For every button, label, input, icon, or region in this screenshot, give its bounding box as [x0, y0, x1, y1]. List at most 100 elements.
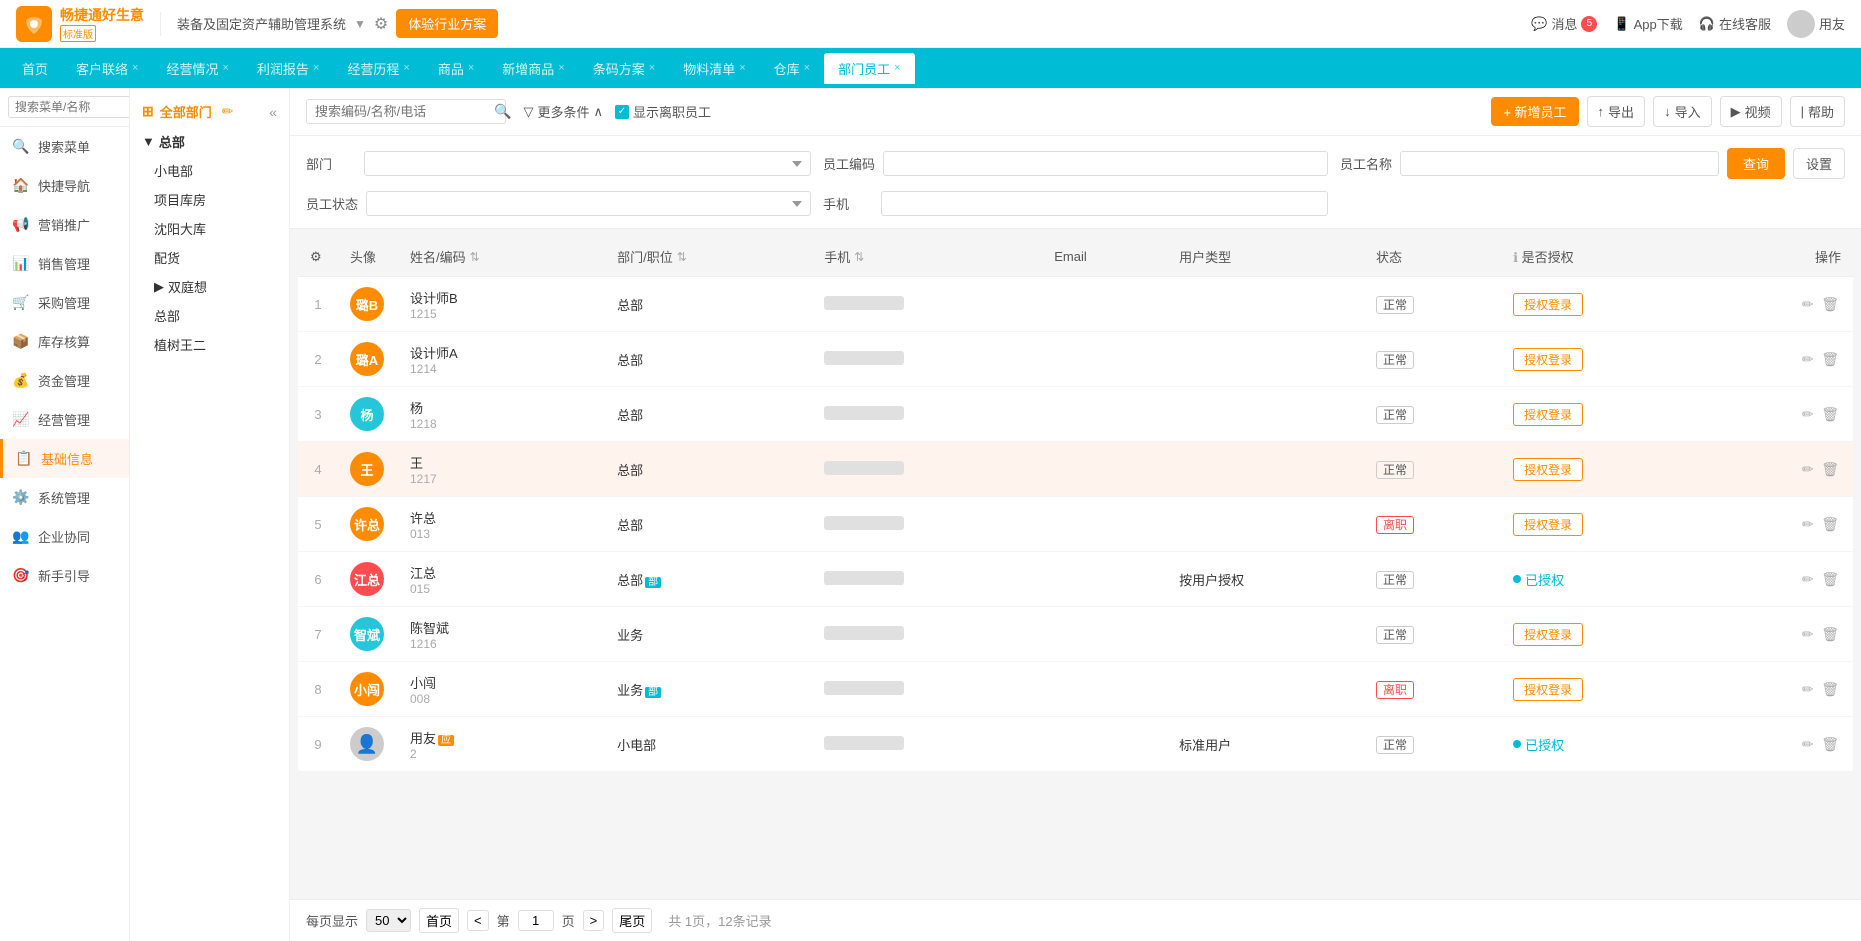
sort-phone[interactable]: 手机 ⇅ — [824, 247, 1030, 266]
delete-button[interactable]: 🗑 — [1819, 679, 1841, 700]
edit-button[interactable]: ✏ — [1800, 734, 1816, 755]
close-icon[interactable]: × — [222, 62, 228, 74]
dept-item-zhishu[interactable]: 植树王二 — [130, 330, 289, 359]
sidebar-item-quicknav[interactable]: 🏠 快捷导航 — [0, 166, 129, 205]
first-page-button[interactable]: 首页 — [419, 908, 459, 933]
app-download-action[interactable]: 📱 App下载 — [1613, 14, 1682, 33]
tab-customer[interactable]: 客户联络 × — [62, 53, 152, 84]
sidebar-item-purchase[interactable]: 🛒 采购管理 — [0, 283, 129, 322]
dept-item-peihuo[interactable]: 配货 — [130, 243, 289, 272]
close-icon[interactable]: × — [468, 62, 474, 74]
delete-button[interactable]: 🗑 — [1819, 349, 1841, 370]
view-button[interactable]: ▶ 视频 — [1720, 96, 1782, 127]
sidebar-item-system[interactable]: ⚙️ 系统管理 — [0, 478, 129, 517]
delete-button[interactable]: 🗑 — [1819, 404, 1841, 425]
sidebar-item-finance[interactable]: 💰 资金管理 — [0, 361, 129, 400]
auth-login-button[interactable]: 授权登录 — [1513, 458, 1583, 481]
next-page-button[interactable]: > — [583, 910, 605, 931]
dept-item-xiaodian[interactable]: 小电部 — [130, 156, 289, 185]
dept-edit-icon[interactable]: ✏ — [222, 103, 234, 120]
edit-button[interactable]: ✏ — [1800, 294, 1816, 315]
delete-button[interactable]: 🗑 — [1819, 624, 1841, 645]
sidebar-item-search[interactable]: 🔍 搜索菜单 — [0, 127, 129, 166]
try-industry-button[interactable]: 体验行业方案 — [396, 9, 498, 38]
tab-dept-employee[interactable]: 部门员工 × — [824, 53, 914, 84]
dept-item-project[interactable]: 项目库房 — [130, 185, 289, 214]
sidebar-item-sales[interactable]: 📊 销售管理 — [0, 244, 129, 283]
edit-button[interactable]: ✏ — [1800, 679, 1816, 700]
auth-login-button[interactable]: 授权登录 — [1513, 513, 1583, 536]
import-button[interactable]: ↓ 导入 — [1653, 96, 1712, 127]
close-icon[interactable]: × — [558, 62, 564, 74]
auth-login-button[interactable]: 授权登录 — [1513, 403, 1583, 426]
search-employee-input[interactable] — [306, 99, 506, 124]
tab-history[interactable]: 经营历程 × — [333, 53, 423, 84]
close-icon[interactable]: × — [739, 62, 745, 74]
close-icon[interactable]: × — [804, 62, 810, 74]
dept-collapse-button[interactable]: « — [269, 104, 277, 120]
export-button[interactable]: ↑ 导出 — [1587, 96, 1646, 127]
add-employee-button[interactable]: + 新增员工 — [1491, 97, 1578, 126]
close-icon[interactable]: × — [403, 62, 409, 74]
emp-name-filter-input[interactable] — [1400, 151, 1719, 176]
set-button[interactable]: 设置 — [1793, 148, 1845, 179]
close-icon[interactable]: × — [132, 62, 138, 74]
tab-bom[interactable]: 物料清单 × — [669, 53, 759, 84]
close-icon[interactable]: × — [894, 62, 900, 74]
settings-gear-button[interactable]: ⚙ — [374, 14, 388, 34]
sidebar-item-collab[interactable]: 👥 企业协同 — [0, 517, 129, 556]
delete-button[interactable]: 🗑 — [1819, 459, 1841, 480]
auth-login-button[interactable]: 授权登录 — [1513, 348, 1583, 371]
dept-item-shuangtingxiang[interactable]: ▶ 双庭想 — [130, 272, 289, 301]
sidebar-item-guide[interactable]: 🎯 新手引导 — [0, 556, 129, 595]
sidebar-item-bizmanage[interactable]: 📈 经营管理 — [0, 400, 129, 439]
tab-new-goods[interactable]: 新增商品 × — [488, 53, 578, 84]
auth-login-button[interactable]: 授权登录 — [1513, 678, 1583, 701]
last-page-button[interactable]: 尾页 — [612, 908, 652, 933]
auth-login-button[interactable]: 授权登录 — [1513, 623, 1583, 646]
dept-item-shenyang[interactable]: 沈阳大库 — [130, 214, 289, 243]
page-input[interactable] — [518, 910, 554, 931]
search-button[interactable]: 查询 — [1727, 148, 1785, 179]
search-input[interactable] — [8, 96, 130, 118]
dept-filter-select[interactable] — [364, 151, 811, 176]
dept-item-zongbu2[interactable]: 总部 — [130, 301, 289, 330]
page-size-select[interactable]: 50 — [366, 909, 411, 932]
tab-home[interactable]: 首页 — [8, 53, 62, 84]
edit-button[interactable]: ✏ — [1800, 349, 1816, 370]
phone-filter-input[interactable] — [881, 191, 1328, 216]
tab-warehouse[interactable]: 仓库 × — [760, 53, 824, 84]
sort-name[interactable]: 姓名/编码 ⇅ — [410, 247, 593, 266]
delete-button[interactable]: 🗑 — [1819, 294, 1841, 315]
sidebar-item-marketing[interactable]: 📢 营销推广 — [0, 205, 129, 244]
tab-barcode[interactable]: 条码方案 × — [579, 53, 669, 84]
dept-item-zongbu[interactable]: ▼ 总部 — [130, 127, 289, 156]
settings-icon[interactable]: ⚙ — [310, 249, 322, 264]
sort-dept[interactable]: 部门/职位 ⇅ — [617, 247, 800, 266]
sidebar-item-baseinfo[interactable]: 📋 基础信息 — [0, 439, 129, 478]
edit-button[interactable]: ✏ — [1800, 459, 1816, 480]
user-action[interactable]: 用友 — [1787, 10, 1845, 38]
delete-button[interactable]: 🗑 — [1819, 514, 1841, 535]
tab-profit[interactable]: 利润报告 × — [243, 53, 333, 84]
help-button[interactable]: | 帮助 — [1790, 96, 1845, 127]
auth-login-button[interactable]: 授权登录 — [1513, 293, 1583, 316]
close-icon[interactable]: × — [649, 62, 655, 74]
edit-button[interactable]: ✏ — [1800, 404, 1816, 425]
edit-button[interactable]: ✏ — [1800, 514, 1816, 535]
delete-button[interactable]: 🗑 — [1819, 569, 1841, 590]
delete-button[interactable]: 🗑 — [1819, 734, 1841, 755]
tab-goods[interactable]: 商品 × — [424, 53, 488, 84]
show-resign-toggle[interactable]: ✓ 显示离职员工 — [615, 102, 711, 121]
online-service-action[interactable]: 🎧 在线客服 — [1699, 14, 1771, 33]
emp-status-filter-select[interactable] — [366, 191, 811, 216]
edit-button[interactable]: ✏ — [1800, 624, 1816, 645]
dropdown-icon[interactable]: ▼ — [354, 17, 366, 31]
message-action[interactable]: 💬 消息 5 — [1531, 14, 1597, 33]
prev-page-button[interactable]: < — [467, 910, 489, 931]
edit-button[interactable]: ✏ — [1800, 569, 1816, 590]
more-conditions-button[interactable]: ▽ 更多条件 ∧ — [523, 102, 603, 121]
close-icon[interactable]: × — [313, 62, 319, 74]
sidebar-item-inventory[interactable]: 📦 库存核算 — [0, 322, 129, 361]
tab-operation[interactable]: 经营情况 × — [152, 53, 242, 84]
